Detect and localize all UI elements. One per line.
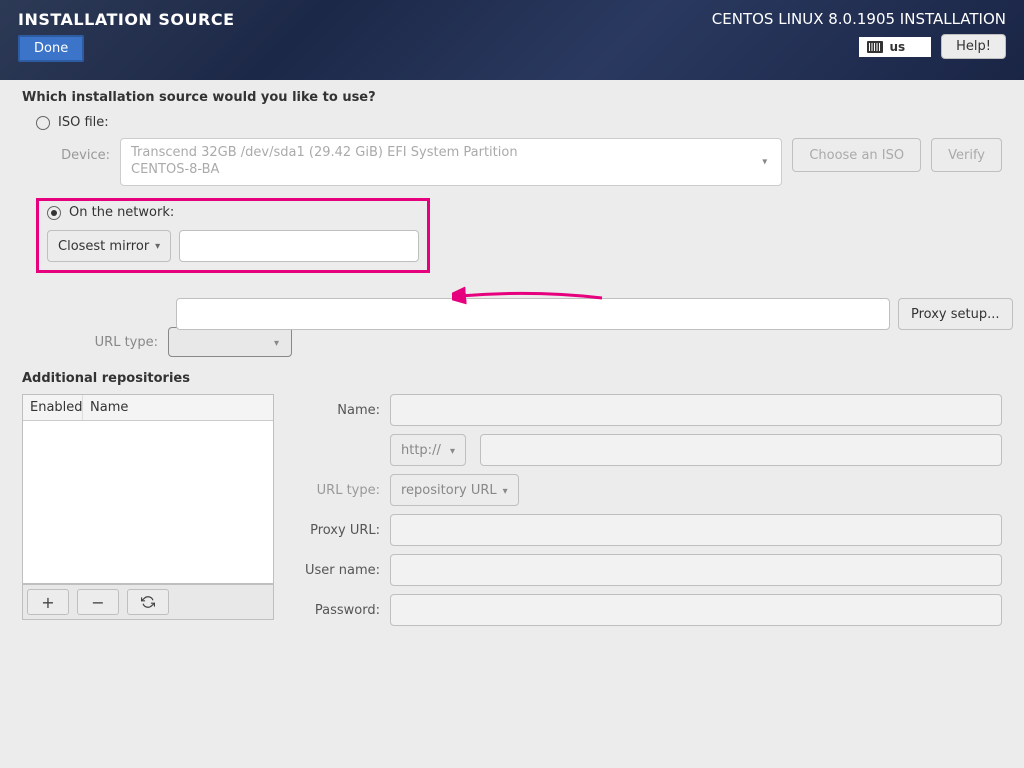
on-network-label: On the network:	[69, 205, 174, 220]
radio-iso-file[interactable]	[36, 116, 50, 130]
refresh-icon	[141, 595, 155, 609]
additional-repos-title: Additional repositories	[22, 371, 1002, 386]
device-select[interactable]: Transcend 32GB /dev/sda1 (29.42 GiB) EFI…	[120, 138, 782, 186]
repo-url-type-select[interactable]: repository URL	[390, 474, 519, 506]
keyboard-indicator[interactable]: us	[859, 37, 931, 57]
on-network-option[interactable]: On the network:	[47, 205, 419, 220]
device-line2: CENTOS-8-BA	[131, 162, 751, 179]
mirror-url-input-inner[interactable]	[179, 230, 419, 262]
repo-url-type-label: URL type:	[302, 483, 380, 498]
repos-toolbar: + −	[22, 584, 274, 620]
password-input[interactable]	[390, 594, 1002, 626]
source-question: Which installation source would you like…	[22, 90, 1002, 105]
proxy-setup-button[interactable]: Proxy setup...	[898, 298, 1013, 330]
device-line1: Transcend 32GB /dev/sda1 (29.42 GiB) EFI…	[131, 145, 751, 162]
th-enabled: Enabled	[23, 395, 83, 420]
url-type-select[interactable]	[168, 327, 292, 357]
refresh-repo-button[interactable]	[127, 589, 169, 615]
chevron-down-icon	[450, 443, 455, 458]
add-repo-button[interactable]: +	[27, 589, 69, 615]
repo-url-type-value: repository URL	[401, 483, 497, 498]
keyboard-icon	[867, 41, 883, 53]
content: Which installation source would you like…	[0, 80, 1024, 636]
user-name-input[interactable]	[390, 554, 1002, 586]
password-label: Password:	[302, 603, 380, 618]
closest-mirror-label: Closest mirror	[58, 239, 149, 254]
header: INSTALLATION SOURCE Done CENTOS LINUX 8.…	[0, 0, 1024, 80]
chevron-down-icon	[762, 154, 767, 171]
iso-file-option[interactable]: ISO file:	[22, 115, 1002, 130]
iso-file-label: ISO file:	[58, 115, 109, 130]
remove-repo-button[interactable]: −	[77, 589, 119, 615]
chevron-down-icon	[503, 483, 508, 498]
install-title: CENTOS LINUX 8.0.1905 INSTALLATION	[712, 10, 1006, 28]
url-type-label: URL type:	[36, 335, 158, 350]
choose-iso-button[interactable]: Choose an ISO	[792, 138, 921, 172]
done-button[interactable]: Done	[18, 35, 84, 62]
radio-on-network[interactable]	[47, 206, 61, 220]
help-button[interactable]: Help!	[941, 34, 1006, 59]
keyboard-layout: us	[889, 40, 905, 54]
chevron-down-icon	[155, 241, 160, 252]
verify-button[interactable]: Verify	[931, 138, 1002, 172]
mirror-url-input[interactable]	[176, 298, 890, 330]
closest-mirror-select[interactable]: Closest mirror	[47, 230, 171, 262]
repo-name-label: Name:	[302, 403, 380, 418]
repos-table[interactable]: Enabled Name	[22, 394, 274, 584]
chevron-down-icon	[274, 335, 279, 350]
user-name-label: User name:	[302, 563, 380, 578]
proxy-url-label: Proxy URL:	[302, 523, 380, 538]
highlight-annotation: On the network: Closest mirror	[36, 198, 430, 273]
device-label: Device:	[36, 138, 110, 163]
proxy-url-input[interactable]	[390, 514, 1002, 546]
repo-url-input[interactable]	[480, 434, 1002, 466]
th-name: Name	[83, 395, 273, 420]
repo-protocol-label: http://	[401, 443, 441, 458]
repo-name-input[interactable]	[390, 394, 1002, 426]
repo-protocol-select[interactable]: http://	[390, 434, 466, 466]
page-title: INSTALLATION SOURCE	[18, 10, 235, 29]
